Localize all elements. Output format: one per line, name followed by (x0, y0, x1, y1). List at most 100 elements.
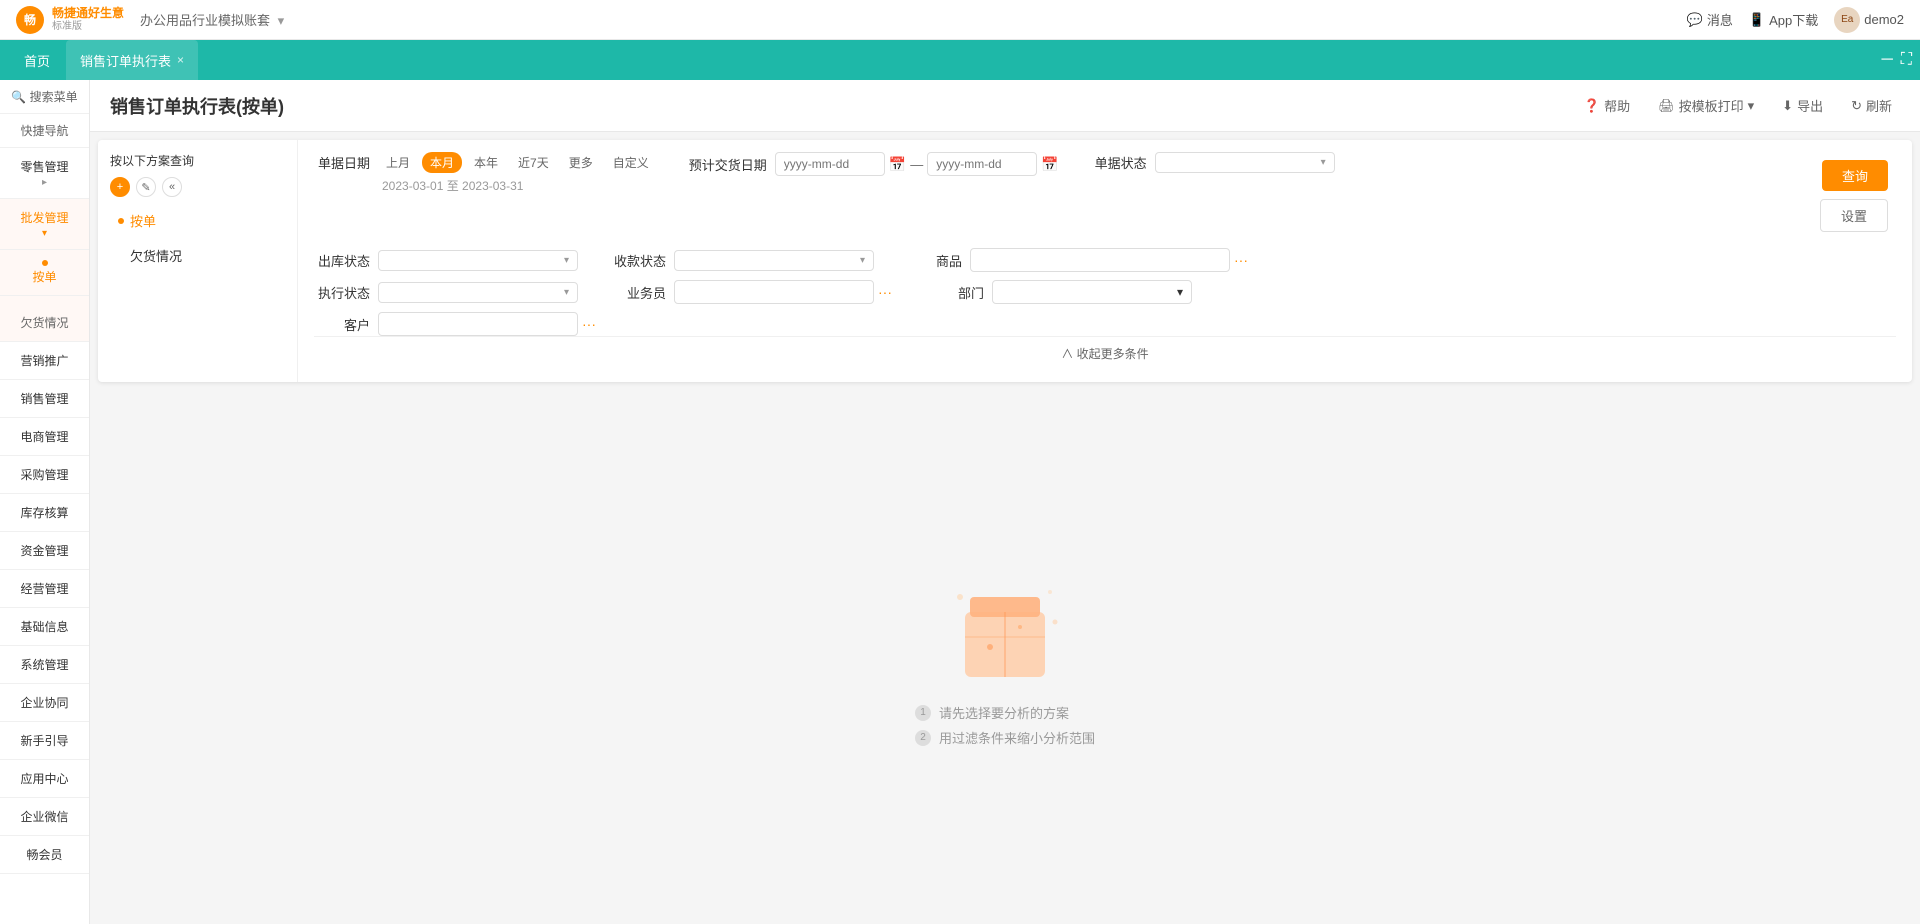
tab-home[interactable]: 首页 (8, 40, 66, 80)
industry-selector[interactable]: 办公用品行业模拟账套 ▾ (140, 10, 284, 29)
sidebar-item-sales[interactable]: 销售管理 (0, 380, 89, 418)
sidebar-item-finance[interactable]: 资金管理 (0, 532, 89, 570)
empty-state: 1 请先选择要分析的方案 2 用过滤条件来缩小分析范围 (915, 567, 1095, 747)
sidebar-item-shortage[interactable]: 欠货情况 (0, 296, 89, 342)
date-tab-more[interactable]: 更多 (561, 152, 601, 173)
receipt-status-filter: 收款状态 ▾ (610, 250, 874, 271)
chevron-right-icon: ▸ (42, 177, 47, 188)
sidebar-item-basic-info[interactable]: 基础信息 (0, 608, 89, 646)
sidebar-item-retail[interactable]: 零售管理 ▸ (0, 148, 89, 199)
date-filter-top: 单据日期 上月 本月 本年 近7天 更多 自定义 (314, 152, 657, 173)
date-range-input: 📅 — 📅 (775, 152, 1059, 176)
sidebar-item-system[interactable]: 系统管理 (0, 646, 89, 684)
brand-name: 畅捷通好生意 (52, 6, 124, 20)
sidebar-item-wholesale[interactable]: 批发管理 ▾ (0, 199, 89, 250)
date-separator: — (910, 157, 923, 172)
export-btn[interactable]: ⬇ 导出 (1774, 92, 1831, 119)
tab-close-icon[interactable]: × (177, 53, 184, 67)
status-select[interactable]: ▾ (1155, 152, 1335, 173)
content-area: 销售订单执行表(按单) ❓ 帮助 🖨 按模板打印 ▾ ⬇ 导出 ↻ 刷新 (90, 80, 1920, 924)
sidebar-submenu-wholesale: 按单 欠货情况 (0, 250, 89, 342)
sidebar-item-ecommerce[interactable]: 电商管理 (0, 418, 89, 456)
exec-status-select[interactable]: ▾ (378, 282, 578, 303)
delivery-dropdown-icon: ▾ (564, 255, 569, 266)
active-scheme-dot (118, 218, 124, 224)
sidebar-item-purchase[interactable]: 采购管理 (0, 456, 89, 494)
sidebar-item-member[interactable]: 畅会员 (0, 836, 89, 874)
sidebar-item-by-order[interactable]: 按单 (0, 250, 89, 296)
sidebar: 🔍 搜索菜单 快捷导航 零售管理 ▸ 批发管理 ▾ 按单 欠货情况 营销推广 销… (0, 80, 90, 924)
top-bar-right: 💬 消息 📱 App下载 Ea demo2 (1687, 7, 1904, 33)
user-avatar[interactable]: Ea demo2 (1834, 7, 1904, 33)
query-button[interactable]: 查询 (1822, 160, 1888, 191)
message-btn[interactable]: 💬 消息 (1687, 10, 1733, 29)
chevron-down-sidebar-icon: ▾ (42, 228, 47, 239)
receipt-status-select[interactable]: ▾ (674, 250, 874, 271)
sidebar-item-newbie[interactable]: 新手引导 (0, 722, 89, 760)
tab-sales-order[interactable]: 销售订单执行表 × (66, 40, 198, 80)
calendar-start-icon[interactable]: 📅 (889, 156, 906, 173)
chevron-down-icon: ▾ (278, 13, 285, 28)
sidebar-item-marketing[interactable]: 营销推广 (0, 342, 89, 380)
page-title: 销售订单执行表(按单) (110, 93, 284, 119)
help-btn[interactable]: ❓ 帮助 (1576, 92, 1638, 119)
scheme-item-by-order[interactable]: 按单 (110, 205, 285, 236)
print-btn[interactable]: 🖨 按模板打印 ▾ (1650, 92, 1762, 119)
minimize-icon[interactable]: ─ (1881, 51, 1892, 69)
filter-row-3: 执行状态 ▾ 业务员 ··· (314, 280, 1896, 304)
filter-row-4: 客户 ··· (314, 312, 1896, 336)
expected-date-end[interactable] (927, 152, 1037, 176)
delivery-status-select[interactable]: ▾ (378, 250, 578, 271)
date-tab-7days[interactable]: 近7天 (510, 152, 557, 173)
avatar: Ea (1834, 7, 1860, 33)
date-tab-last-month[interactable]: 上月 (378, 152, 418, 173)
customer-dots-btn[interactable]: ··· (578, 316, 600, 332)
download-icon: 📱 (1749, 12, 1765, 28)
app-download-btn[interactable]: 📱 App下载 (1749, 10, 1818, 29)
date-tabs: 上月 本月 本年 近7天 更多 自定义 (378, 152, 657, 173)
empty-box-svg (945, 567, 1065, 687)
collapse-sidebar-btn[interactable]: « (162, 177, 182, 197)
empty-tip-2: 2 用过滤条件来缩小分析范围 (915, 728, 1095, 747)
date-label: 单据日期 (314, 153, 370, 172)
refresh-icon: ↻ (1851, 98, 1862, 114)
expected-date-label: 预计交货日期 (689, 155, 767, 174)
sidebar-quick-nav[interactable]: 快捷导航 (0, 114, 89, 148)
empty-tip-1: 1 请先选择要分析的方案 (915, 703, 1095, 722)
expected-date-filter: 预计交货日期 📅 — 📅 (689, 152, 1059, 176)
date-tab-custom[interactable]: 自定义 (605, 152, 657, 173)
page-actions: ❓ 帮助 🖨 按模板打印 ▾ ⬇ 导出 ↻ 刷新 (1576, 92, 1900, 119)
customer-input[interactable] (378, 312, 578, 336)
expected-date-start[interactable] (775, 152, 885, 176)
goods-input[interactable] (970, 248, 1230, 272)
dept-select[interactable]: ▾ (992, 280, 1192, 304)
calendar-end-icon[interactable]: 📅 (1041, 156, 1058, 173)
add-scheme-btn[interactable]: + (110, 177, 130, 197)
sidebar-item-operations[interactable]: 经营管理 (0, 570, 89, 608)
message-icon: 💬 (1687, 12, 1703, 28)
dept-dropdown-icon: ▾ (1177, 285, 1183, 299)
date-range-display: 2023-03-01 至 2023-03-31 (314, 177, 657, 194)
sidebar-search[interactable]: 🔍 搜索菜单 (0, 80, 89, 114)
date-tab-this-month[interactable]: 本月 (422, 152, 462, 173)
goods-dots-btn[interactable]: ··· (1230, 252, 1252, 268)
sidebar-item-appstore[interactable]: 应用中心 (0, 760, 89, 798)
sidebar-item-inventory[interactable]: 库存核算 (0, 494, 89, 532)
sidebar-item-wechat[interactable]: 企业微信 (0, 798, 89, 836)
maximize-icon[interactable]: ⛶ (1901, 51, 1912, 69)
salesperson-input[interactable] (674, 280, 874, 304)
status-label: 单据状态 (1091, 153, 1147, 172)
filter-row-1: 单据日期 上月 本月 本年 近7天 更多 自定义 (314, 152, 1896, 240)
filter-row-2: 出库状态 ▾ 收款状态 ▾ (314, 248, 1896, 272)
delivery-status-label: 出库状态 (314, 251, 370, 270)
sub-title: 标准版 (52, 21, 124, 33)
sidebar-item-collab[interactable]: 企业协同 (0, 684, 89, 722)
edit-scheme-btn[interactable]: ✎ (136, 177, 156, 197)
settings-button[interactable]: 设置 (1820, 199, 1888, 232)
refresh-btn[interactable]: ↻ 刷新 (1843, 92, 1900, 119)
collapse-bar[interactable]: ∧ 收起更多条件 (314, 336, 1896, 370)
salesperson-dots-btn[interactable]: ··· (874, 284, 896, 300)
scheme-item-shortage[interactable]: 欠货情况 (110, 240, 285, 271)
goods-input-area: ··· (970, 248, 1252, 272)
date-tab-this-year[interactable]: 本年 (466, 152, 506, 173)
